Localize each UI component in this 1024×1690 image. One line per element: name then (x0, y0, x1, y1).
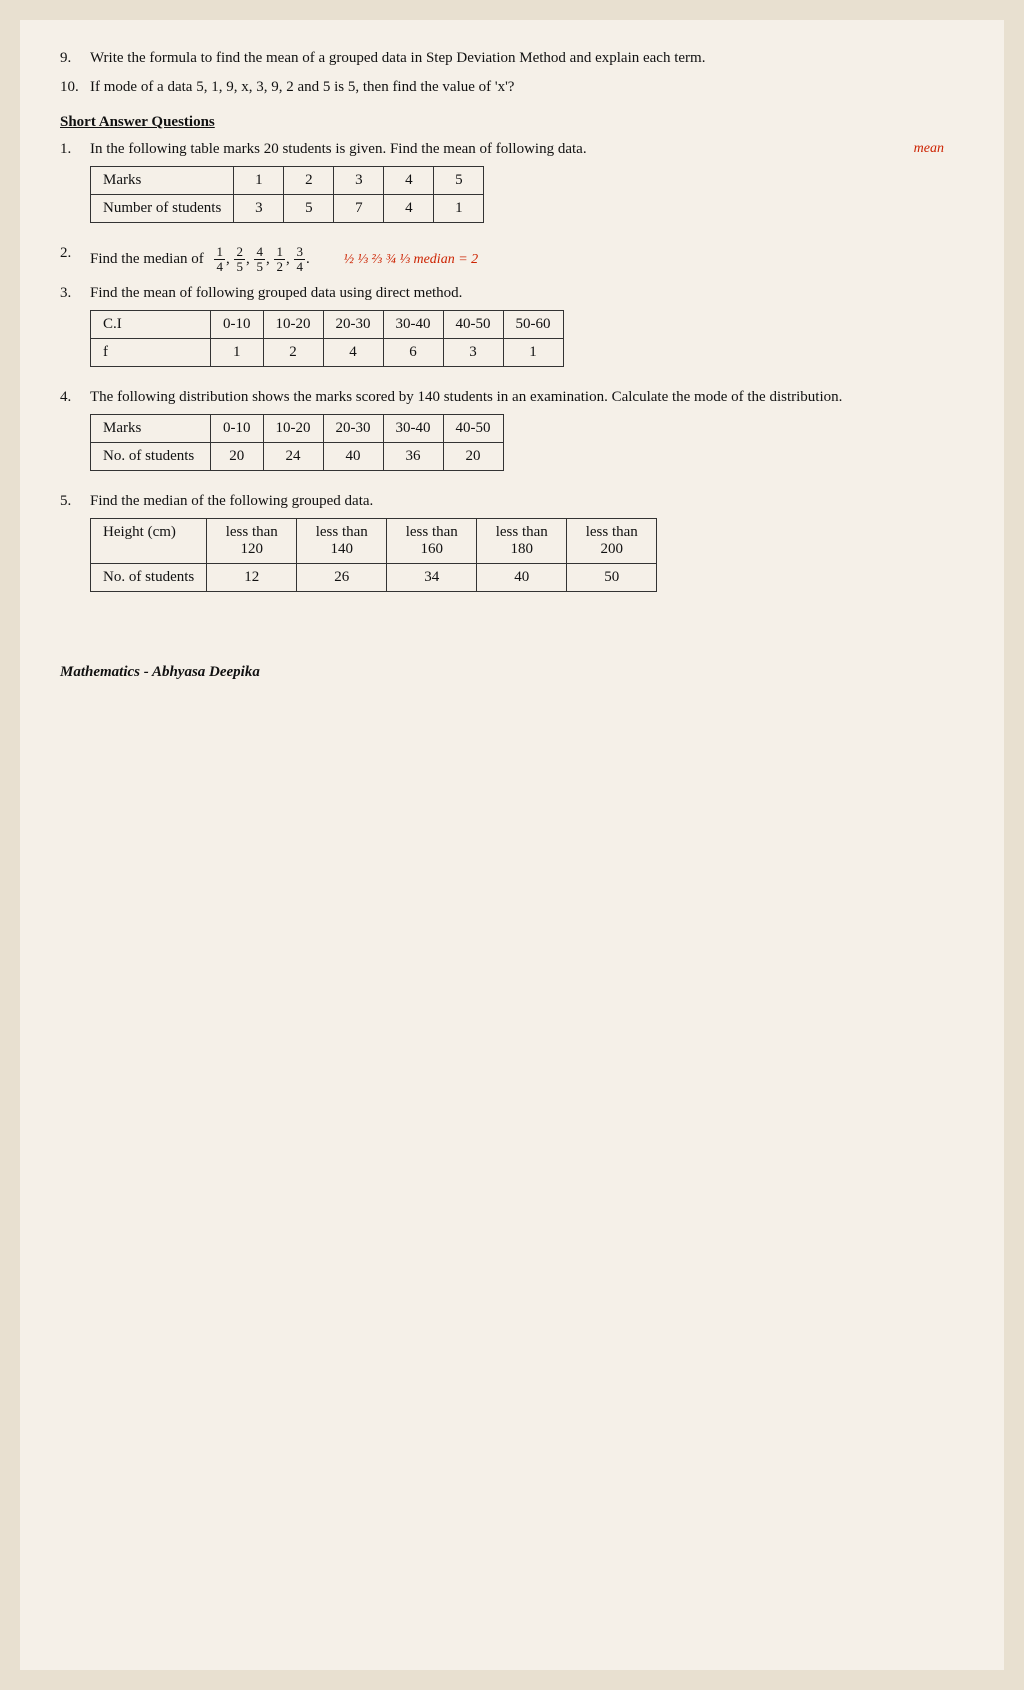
table1-col4: 4 (384, 167, 434, 195)
sq4-n5: 20 (443, 442, 503, 470)
short-answer-heading: Short Answer Questions (60, 114, 964, 131)
q10-number: 10. (60, 79, 84, 96)
sq4-m2: 10-20 (263, 414, 323, 442)
table1-col1: 1 (234, 167, 284, 195)
sq4-m3: 20-30 (323, 414, 383, 442)
q10-text: If mode of a data 5, 1, 9, x, 3, 9, 2 an… (90, 79, 964, 96)
sq4-number: 4. (60, 389, 84, 483)
sq1-body: In the following table marks 20 students… (90, 141, 964, 235)
sq3-ci4: 30-40 (383, 310, 443, 338)
sq5-h2: less than140 (297, 518, 387, 563)
sq4-n4: 36 (383, 442, 443, 470)
table1-s2: 5 (284, 195, 334, 223)
sq2-fractions: 1 4 , 2 5 , 4 5 , 1 2 , 3 4 . (213, 251, 313, 267)
table1-s1: 3 (234, 195, 284, 223)
sq5-n1: 12 (207, 563, 297, 591)
sq5-h1: less than120 (207, 518, 297, 563)
sq4-nos-label: No. of students (91, 442, 211, 470)
short-q2: 2. Find the median of 1 4 , 2 5 , 4 5 , … (60, 245, 964, 275)
sq5-n3: 34 (387, 563, 477, 591)
sq3-ci6: 50-60 (503, 310, 563, 338)
table1-col3: 3 (334, 167, 384, 195)
sq4-n1: 20 (211, 442, 264, 470)
page: 9. Write the formula to find the mean of… (20, 20, 1004, 1670)
sq3-f3: 4 (323, 338, 383, 366)
sq1-text: In the following table marks 20 students… (90, 141, 587, 157)
sq2-number: 2. (60, 245, 84, 275)
sq3-ci3: 20-30 (323, 310, 383, 338)
frac-3-4: 3 4 (294, 245, 305, 275)
sq4-m5: 40-50 (443, 414, 503, 442)
frac-4-5: 4 5 (254, 245, 265, 275)
table1-col2: 2 (284, 167, 334, 195)
footer-text: Mathematics - Abhyasa Deepika (60, 664, 964, 681)
table1-s4: 4 (384, 195, 434, 223)
sq5-n2: 26 (297, 563, 387, 591)
table1-s5: 1 (434, 195, 484, 223)
sq5-h4: less than180 (477, 518, 567, 563)
table1-students-label: Number of students (91, 195, 234, 223)
sq5-h3: less than160 (387, 518, 477, 563)
question-10: 10. If mode of a data 5, 1, 9, x, 3, 9, … (60, 79, 964, 96)
sq5-n5: 50 (567, 563, 657, 591)
sq3-f-label: f (91, 338, 211, 366)
sq5-height-label: Height (cm) (91, 518, 207, 563)
sq2-text-pre: Find the median of (90, 251, 204, 267)
sq3-f4: 6 (383, 338, 443, 366)
sq3-ci5: 40-50 (443, 310, 503, 338)
sq4-text: The following distribution shows the mar… (90, 389, 842, 405)
sq1-table: Marks 1 2 3 4 5 Number of students 3 5 7… (90, 166, 484, 223)
sq4-m4: 30-40 (383, 414, 443, 442)
sq4-n2: 24 (263, 442, 323, 470)
sq5-n4: 40 (477, 563, 567, 591)
sq3-ci2: 10-20 (263, 310, 323, 338)
sq3-f6: 1 (503, 338, 563, 366)
table1-col5: 5 (434, 167, 484, 195)
sq2-body: Find the median of 1 4 , 2 5 , 4 5 , 1 2 (90, 245, 964, 275)
q9-number: 9. (60, 50, 84, 67)
sq3-ci1: 0-10 (211, 310, 264, 338)
sq4-m1: 0-10 (211, 414, 264, 442)
frac-2-5: 2 5 (234, 245, 245, 275)
sq2-annotation: ½ ⅓ ⅔ ¾ ⅓ median = 2 (343, 252, 478, 267)
sq3-f2: 2 (263, 338, 323, 366)
question-9: 9. Write the formula to find the mean of… (60, 50, 964, 67)
sq3-ci-label: C.I (91, 310, 211, 338)
sq1-annotation: mean (914, 141, 944, 157)
frac-1-2: 1 2 (274, 245, 285, 275)
short-q4: 4. The following distribution shows the … (60, 389, 964, 483)
sq3-table: C.I 0-10 10-20 20-30 30-40 40-50 50-60 f… (90, 310, 564, 367)
sq4-marks-label: Marks (91, 414, 211, 442)
sq5-nos-label: No. of students (91, 563, 207, 591)
sq5-number: 5. (60, 493, 84, 604)
table1-s3: 7 (334, 195, 384, 223)
sq3-number: 3. (60, 285, 84, 379)
sq5-table: Height (cm) less than120 less than140 le… (90, 518, 657, 592)
sq3-f1: 1 (211, 338, 264, 366)
short-q1: 1. In the following table marks 20 stude… (60, 141, 964, 235)
sq3-text: Find the mean of following grouped data … (90, 285, 462, 301)
sq5-text: Find the median of the following grouped… (90, 493, 373, 509)
sq4-n3: 40 (323, 442, 383, 470)
frac-1-4: 1 4 (214, 245, 225, 275)
sq5-h5: less than200 (567, 518, 657, 563)
sq1-number: 1. (60, 141, 84, 235)
short-q5: 5. Find the median of the following grou… (60, 493, 964, 604)
sq3-f5: 3 (443, 338, 503, 366)
sq4-table: Marks 0-10 10-20 20-30 30-40 40-50 No. o… (90, 414, 504, 471)
sq3-body: Find the mean of following grouped data … (90, 285, 964, 379)
q9-text: Write the formula to find the mean of a … (90, 50, 964, 67)
short-q3: 3. Find the mean of following grouped da… (60, 285, 964, 379)
table1-header-marks: Marks (91, 167, 234, 195)
sq5-body: Find the median of the following grouped… (90, 493, 964, 604)
sq4-body: The following distribution shows the mar… (90, 389, 964, 483)
